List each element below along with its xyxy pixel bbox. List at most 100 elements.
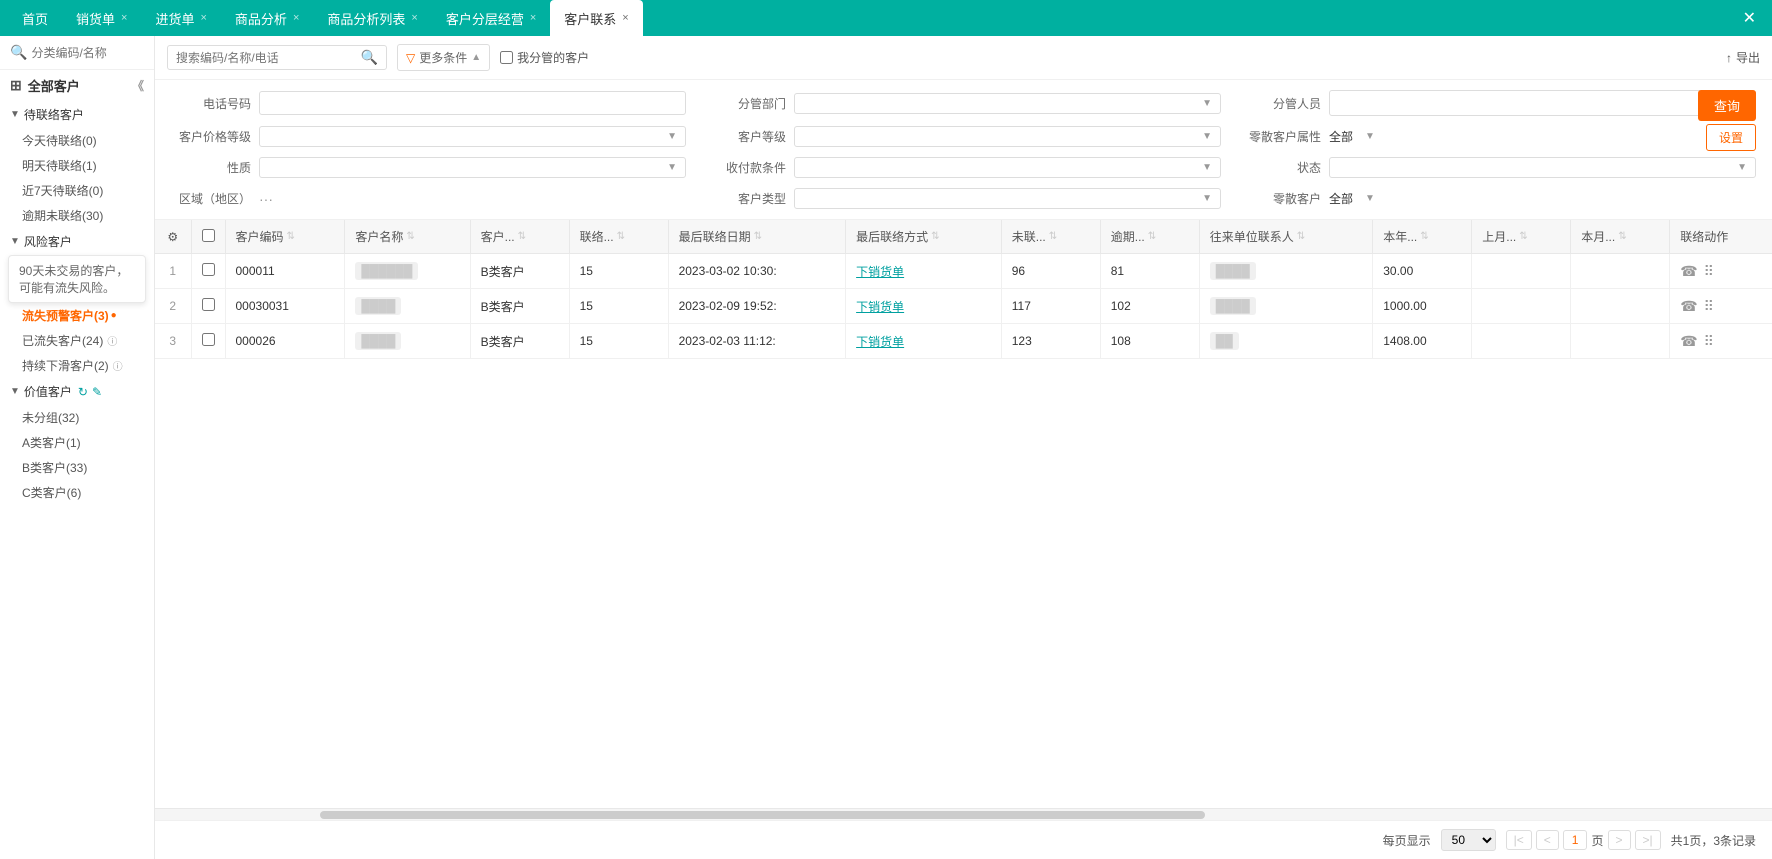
- filter-status-select[interactable]: ▼: [1329, 157, 1756, 178]
- sidebar-item-lost[interactable]: 已流失客户(24) ⓘ: [0, 328, 154, 353]
- filter-customer-type-select[interactable]: ▼: [794, 188, 1221, 209]
- th-this-year-label: 本年...: [1383, 228, 1417, 245]
- th-this-month[interactable]: 本月... ⇅: [1571, 220, 1670, 254]
- select-all-checkbox[interactable]: [202, 229, 215, 242]
- filter-retail: 零散客户 全部 ▼: [1241, 188, 1756, 209]
- th-un-contact-label: 未联...: [1012, 228, 1046, 245]
- sidebar-all-customers[interactable]: ⊞ 全部客户 《: [0, 70, 154, 101]
- tab-home[interactable]: 首页: [8, 0, 62, 36]
- filter-manager-select[interactable]: ···: [1329, 90, 1756, 116]
- query-button[interactable]: 查询: [1698, 90, 1756, 121]
- sidebar-item-churn-warning[interactable]: 流失预警客户(3) ●: [0, 303, 154, 328]
- more-filters-button[interactable]: ▽ 更多条件 ▲: [397, 44, 490, 71]
- filter-phone-input[interactable]: [259, 91, 686, 115]
- tab-customer-contact[interactable]: 客户联系 ×: [550, 0, 642, 36]
- th-last-way[interactable]: 最后联络方式 ⇅: [846, 220, 1002, 254]
- filter-retail-attr-label: 零散客户属性: [1241, 128, 1321, 145]
- row-2-more-icon[interactable]: ⠿: [1704, 298, 1714, 315]
- export-label: 导出: [1736, 49, 1760, 66]
- row-1-last-way[interactable]: 下销货单: [846, 254, 1002, 289]
- row-3-checkbox[interactable]: [202, 333, 215, 346]
- th-un-contact[interactable]: 未联... ⇅: [1001, 220, 1100, 254]
- th-type[interactable]: 客户... ⇅: [470, 220, 569, 254]
- row-2-last-way[interactable]: 下销货单: [846, 289, 1002, 324]
- tab-sales-close[interactable]: ×: [121, 12, 127, 24]
- export-button[interactable]: ↑ 导出: [1726, 49, 1760, 66]
- row-3-contact-icon[interactable]: ☎: [1680, 333, 1697, 350]
- filter-icon: ▽: [406, 51, 415, 65]
- prev-page-btn[interactable]: <: [1536, 830, 1559, 850]
- search-submit-icon[interactable]: 🔍: [361, 49, 378, 66]
- sidebar-item-c-class[interactable]: C类客户(6): [0, 480, 154, 505]
- tab-purchase-close[interactable]: ×: [200, 12, 206, 24]
- my-customers-checkbox-wrap[interactable]: 我分管的客户: [500, 49, 589, 66]
- th-last-month[interactable]: 上月... ⇅: [1472, 220, 1571, 254]
- tab-product-list-label: 商品分析列表: [327, 9, 405, 28]
- th-contact[interactable]: 联络... ⇅: [569, 220, 668, 254]
- close-window-button[interactable]: ✕: [1735, 8, 1764, 28]
- row-3-last-way-link[interactable]: 下销货单: [856, 335, 904, 349]
- th-code[interactable]: 客户编码 ⇅: [225, 220, 345, 254]
- tab-sales[interactable]: 销货单 ×: [62, 0, 141, 36]
- row-1-contact-icon[interactable]: ☎: [1680, 263, 1697, 280]
- sidebar-group-pending[interactable]: ▼ 待联络客户: [0, 101, 154, 128]
- first-page-btn[interactable]: |<: [1506, 830, 1532, 850]
- row-2-last-way-link[interactable]: 下销货单: [856, 300, 904, 314]
- filter-region-dots[interactable]: ···: [259, 191, 273, 207]
- sidebar-item-tomorrow[interactable]: 明天待联络(1): [0, 153, 154, 178]
- tab-product-analysis[interactable]: 商品分析 ×: [221, 0, 313, 36]
- refresh-icon[interactable]: ↻: [78, 385, 88, 399]
- per-page-select[interactable]: 50 100 200: [1441, 829, 1496, 851]
- sort-code-icon: ⇅: [287, 231, 295, 242]
- filter-payment: 收付款条件 ▼: [706, 157, 1221, 178]
- filter-dept-select[interactable]: ▼: [794, 93, 1221, 114]
- tab-product-analysis-close[interactable]: ×: [293, 12, 299, 24]
- tab-product-list-close[interactable]: ×: [411, 12, 417, 24]
- row-1-checkbox[interactable]: [202, 263, 215, 276]
- sidebar-item-today[interactable]: 今天待联络(0): [0, 128, 154, 153]
- sidebar-group-value[interactable]: ▼ 价值客户 ↻ ✎: [0, 378, 154, 405]
- th-last-date[interactable]: 最后联络日期 ⇅: [668, 220, 846, 254]
- row-3-last-way[interactable]: 下销货单: [846, 324, 1002, 359]
- row-3-more-icon[interactable]: ⠿: [1704, 333, 1714, 350]
- edit-icon[interactable]: ✎: [92, 385, 102, 399]
- row-1-last-way-link[interactable]: 下销货单: [856, 265, 904, 279]
- horizontal-scrollbar[interactable]: [155, 808, 1772, 820]
- sidebar-item-7days[interactable]: 近7天待联络(0): [0, 178, 154, 203]
- sidebar-item-ungrouped[interactable]: 未分组(32): [0, 405, 154, 430]
- sidebar-group-risk[interactable]: ▼ 风险客户: [0, 228, 154, 255]
- scroll-thumb[interactable]: [320, 811, 1205, 819]
- th-checkbox[interactable]: [191, 220, 225, 254]
- th-contact-person[interactable]: 往来单位联系人 ⇅: [1199, 220, 1373, 254]
- tab-customer-tier-close[interactable]: ×: [530, 12, 536, 24]
- row-3-num: 3: [155, 324, 191, 359]
- search-input[interactable]: [176, 51, 361, 65]
- th-settings[interactable]: ⚙: [155, 220, 191, 254]
- tab-purchase[interactable]: 进货单 ×: [141, 0, 220, 36]
- tab-customer-contact-close[interactable]: ×: [622, 12, 628, 24]
- row-1-more-icon[interactable]: ⠿: [1704, 263, 1714, 280]
- sidebar-item-a-class[interactable]: A类客户(1): [0, 430, 154, 455]
- settings-button[interactable]: 设置: [1706, 124, 1756, 151]
- sidebar-item-declining[interactable]: 持续下滑客户(2) ⓘ: [0, 353, 154, 378]
- my-customers-checkbox[interactable]: [500, 51, 513, 64]
- th-overdue[interactable]: 逾期... ⇅: [1100, 220, 1199, 254]
- filter-nature-select[interactable]: ▼: [259, 157, 686, 178]
- sidebar-item-overdue-contact[interactable]: 逾期未联络(30): [0, 203, 154, 228]
- filter-customer-level-select[interactable]: ▼: [794, 126, 1221, 147]
- filter-price-level-select[interactable]: ▼: [259, 126, 686, 147]
- next-page-btn[interactable]: >: [1608, 830, 1631, 850]
- tab-customer-tier[interactable]: 客户分层经营 ×: [432, 0, 550, 36]
- th-name[interactable]: 客户名称 ⇅: [345, 220, 470, 254]
- row-1-checkbox-cell: [191, 254, 225, 289]
- tab-product-list[interactable]: 商品分析列表 ×: [313, 0, 431, 36]
- filter-payment-select[interactable]: ▼: [794, 157, 1221, 178]
- th-this-year[interactable]: 本年... ⇅: [1373, 220, 1472, 254]
- sidebar-item-b-class[interactable]: B类客户(33): [0, 455, 154, 480]
- sort-name-icon: ⇅: [406, 231, 414, 242]
- filter-retail-label: 零散客户: [1241, 190, 1321, 207]
- last-page-btn[interactable]: >|: [1635, 830, 1661, 850]
- row-2-checkbox[interactable]: [202, 298, 215, 311]
- sidebar-search-input[interactable]: [31, 46, 144, 60]
- row-2-contact-icon[interactable]: ☎: [1680, 298, 1697, 315]
